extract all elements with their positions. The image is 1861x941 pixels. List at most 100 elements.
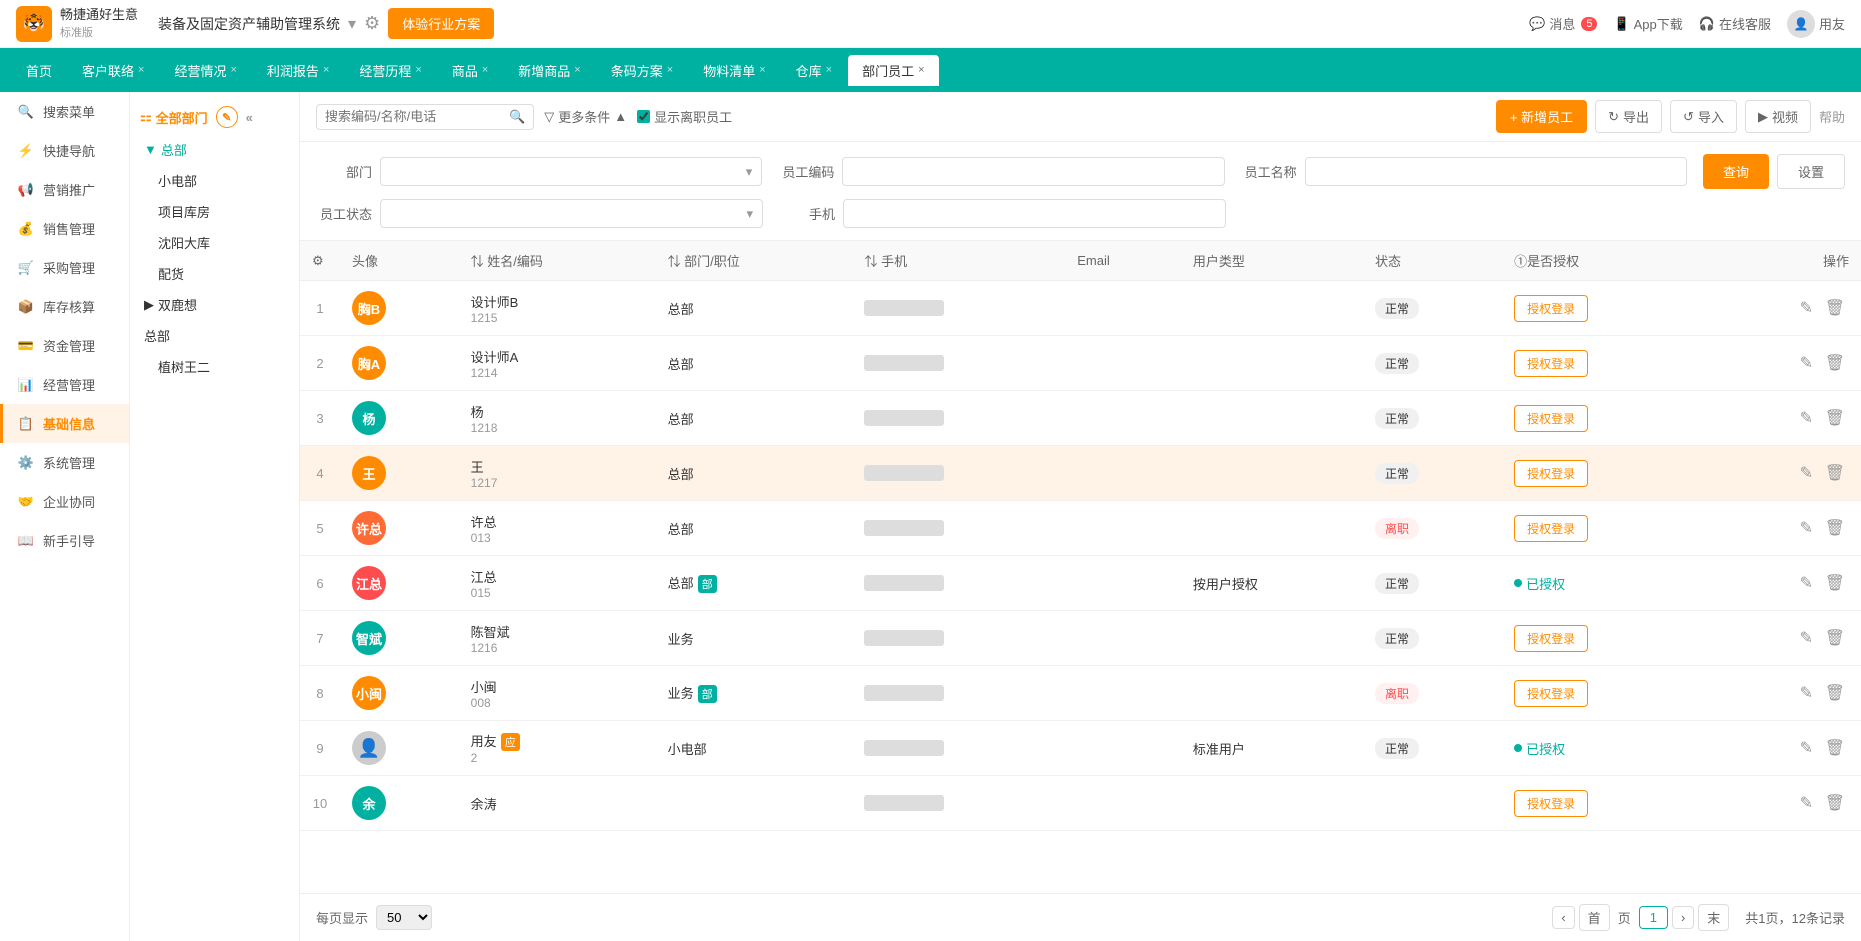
tab-close-icon[interactable]: × <box>574 64 580 76</box>
menu-item-operation[interactable]: 📊经营管理 <box>0 365 129 404</box>
dept-item-project[interactable]: 项目库房 <box>130 196 299 227</box>
dept-item-zongbu[interactable]: 总部 <box>130 320 299 351</box>
dept-collapse-icon[interactable]: « <box>246 110 253 125</box>
edit-button[interactable]: ✎ <box>1796 795 1817 812</box>
nav-tab-条码方案[interactable]: 条码方案 × <box>597 55 687 86</box>
filter-dept-select[interactable] <box>380 157 762 186</box>
last-page-button[interactable]: 末 <box>1698 904 1729 931</box>
message-action[interactable]: 💬 消息 5 <box>1529 14 1597 33</box>
tab-close-icon[interactable]: × <box>323 64 329 76</box>
delete-button[interactable]: 🗑 <box>1821 575 1849 592</box>
export-button[interactable]: ↻ 导出 <box>1595 100 1662 133</box>
edit-button[interactable]: ✎ <box>1796 300 1817 317</box>
delete-button[interactable]: 🗑 <box>1821 685 1849 702</box>
dept-item-peihuo[interactable]: 配货 <box>130 258 299 289</box>
menu-item-sales[interactable]: 💰销售管理 <box>0 209 129 248</box>
menu-item-finance[interactable]: 💳资金管理 <box>0 326 129 365</box>
delete-button[interactable]: 🗑 <box>1821 740 1849 757</box>
menu-item-marketing[interactable]: 📢营销推广 <box>0 170 129 209</box>
tab-close-icon[interactable]: × <box>482 64 488 76</box>
next-page-button[interactable]: › <box>1672 906 1694 929</box>
app-download-action[interactable]: 📱 App下载 <box>1613 14 1682 33</box>
menu-item-basic[interactable]: 📋基础信息 <box>0 404 129 443</box>
menu-item-search[interactable]: 🔍搜索菜单 <box>0 92 129 131</box>
nav-tab-利润报告[interactable]: 利润报告 × <box>253 55 343 86</box>
th-name[interactable]: ⇅ 姓名/编码 <box>459 241 656 281</box>
settings-icon[interactable]: ⚙ <box>364 13 380 34</box>
edit-button[interactable]: ✎ <box>1796 740 1817 757</box>
filter-status-select[interactable] <box>380 199 763 228</box>
tab-close-icon[interactable]: × <box>138 64 144 76</box>
dept-item-shenyang[interactable]: 沈阳大库 <box>130 227 299 258</box>
edit-button[interactable]: ✎ <box>1796 630 1817 647</box>
nav-tab-物料清单[interactable]: 物料清单 × <box>689 55 779 86</box>
filter-more-button[interactable]: ▽ 更多条件 ▲ <box>544 107 627 126</box>
nav-tab-经营历程[interactable]: 经营历程 × <box>345 55 435 86</box>
edit-button[interactable]: ✎ <box>1796 575 1817 592</box>
auth-button[interactable]: 授权登录 <box>1514 790 1588 817</box>
menu-item-guide[interactable]: 📖新手引导 <box>0 521 129 560</box>
menu-item-inventory[interactable]: 📦库存核算 <box>0 287 129 326</box>
dept-item-zhishu[interactable]: 植树王二 <box>130 351 299 382</box>
import-button[interactable]: ↺ 导入 <box>1670 100 1737 133</box>
auth-button[interactable]: 授权登录 <box>1514 295 1588 322</box>
trial-button[interactable]: 体验行业方案 <box>388 8 494 39</box>
menu-item-purchase[interactable]: 🛒采购管理 <box>0 248 129 287</box>
filter-phone-input[interactable] <box>843 199 1226 228</box>
first-page-button[interactable]: 首 <box>1579 904 1610 931</box>
query-button[interactable]: 查询 <box>1703 154 1769 189</box>
th-dept[interactable]: ⇅ 部门/职位 <box>656 241 853 281</box>
view-button[interactable]: ▶ 视频 <box>1745 100 1811 133</box>
auth-button[interactable]: 授权登录 <box>1514 625 1588 652</box>
th-phone[interactable]: ⇅ 手机 <box>852 241 1065 281</box>
nav-tab-首页[interactable]: 首页 <box>12 55 66 86</box>
nav-tab-部门员工[interactable]: 部门员工 × <box>848 55 938 86</box>
per-page-select[interactable]: 50 100 <box>376 905 432 930</box>
tab-close-icon[interactable]: × <box>759 64 765 76</box>
edit-button[interactable]: ✎ <box>1796 410 1817 427</box>
auth-button[interactable]: 授权登录 <box>1514 460 1588 487</box>
delete-button[interactable]: 🗑 <box>1821 465 1849 482</box>
tab-close-icon[interactable]: × <box>415 64 421 76</box>
th-settings[interactable]: ⚙ <box>300 241 340 281</box>
edit-button[interactable]: ✎ <box>1796 465 1817 482</box>
tab-close-icon[interactable]: × <box>667 64 673 76</box>
set-button[interactable]: 设置 <box>1777 154 1845 189</box>
prev-page-button[interactable]: ‹ <box>1552 906 1574 929</box>
auth-button[interactable]: 授权登录 <box>1514 350 1588 377</box>
dept-item-general[interactable]: ▼总部 <box>130 134 299 165</box>
add-employee-button[interactable]: + 新增员工 <box>1496 100 1587 133</box>
filter-empname-input[interactable] <box>1305 157 1687 186</box>
edit-button[interactable]: ✎ <box>1796 685 1817 702</box>
search-input[interactable] <box>325 109 505 124</box>
delete-button[interactable]: 🗑 <box>1821 520 1849 537</box>
show-resigned-checkbox[interactable] <box>637 110 650 123</box>
menu-item-system[interactable]: ⚙️系统管理 <box>0 443 129 482</box>
edit-button[interactable]: ✎ <box>1796 520 1817 537</box>
delete-button[interactable]: 🗑 <box>1821 410 1849 427</box>
delete-button[interactable]: 🗑 <box>1821 300 1849 317</box>
delete-button[interactable]: 🗑 <box>1821 355 1849 372</box>
auth-button[interactable]: 授权登录 <box>1514 515 1588 542</box>
delete-button[interactable]: 🗑 <box>1821 630 1849 647</box>
edit-button[interactable]: ✎ <box>1796 355 1817 372</box>
help-text[interactable]: 帮助 <box>1819 107 1845 126</box>
dept-item-shuanglu[interactable]: ▶双鹿想 <box>130 289 299 320</box>
show-resigned-label[interactable]: 显示离职员工 <box>637 107 732 126</box>
search-box[interactable]: 🔍 <box>316 104 534 130</box>
dept-item-xiaodibu[interactable]: 小电部 <box>130 165 299 196</box>
nav-tab-商品[interactable]: 商品 × <box>438 55 502 86</box>
menu-item-quick[interactable]: ⚡快捷导航 <box>0 131 129 170</box>
delete-button[interactable]: 🗑 <box>1821 795 1849 812</box>
system-title-arrow[interactable]: ▾ <box>348 14 356 34</box>
user-action[interactable]: 👤 用友 <box>1787 10 1845 38</box>
menu-item-collab[interactable]: 🤝企业协同 <box>0 482 129 521</box>
nav-tab-客户联络[interactable]: 客户联络 × <box>68 55 158 86</box>
dept-edit-icon[interactable]: ✎ <box>216 106 238 128</box>
online-service-action[interactable]: 🎧 在线客服 <box>1699 14 1771 33</box>
nav-tab-仓库[interactable]: 仓库 × <box>782 55 846 86</box>
auth-button[interactable]: 授权登录 <box>1514 405 1588 432</box>
auth-button[interactable]: 授权登录 <box>1514 680 1588 707</box>
filter-empcode-input[interactable] <box>842 157 1224 186</box>
tab-close-icon[interactable]: × <box>230 64 236 76</box>
